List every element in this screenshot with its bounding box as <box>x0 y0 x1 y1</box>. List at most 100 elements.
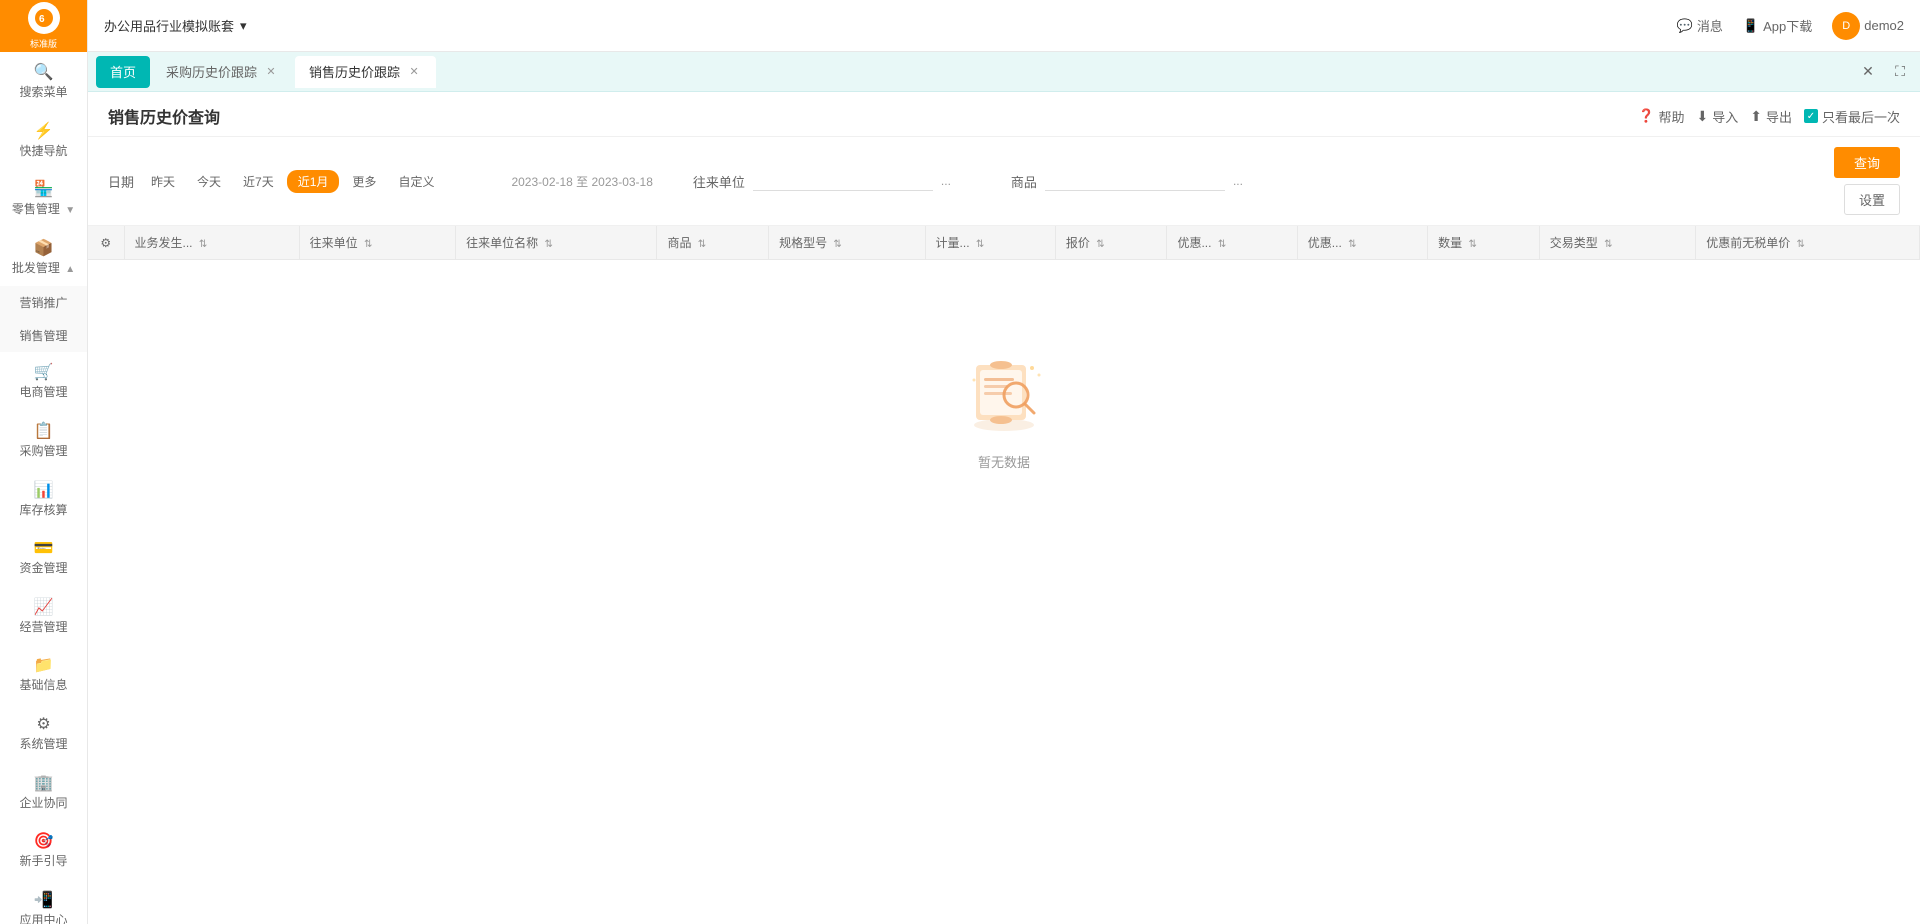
guide-icon: 🎯 <box>34 831 54 851</box>
sort-unit-name-icon: ⇅ <box>544 239 552 250</box>
topbar-chevron-icon[interactable]: ▾ <box>240 18 247 34</box>
quick-nav-icon: ⚡ <box>34 121 54 141</box>
column-biz-date-label: 业务发生... <box>135 236 193 250</box>
tab-home-label: 首页 <box>110 62 136 81</box>
message-button[interactable]: 💬 消息 <box>1677 16 1723 35</box>
sidebar-item-quick-nav[interactable]: ⚡ 快捷导航 <box>0 111 88 170</box>
sidebar-item-marketing-label: 营销推广 <box>19 294 67 311</box>
sidebar: 6 标准版 🔍 搜索菜单 ⚡ 快捷导航 🏪 零售管理 ▼ 📦 批发管理 ▲ 营销… <box>0 0 88 924</box>
main-area: 办公用品行业模拟账套 ▾ 💬 消息 📱 App下载 D demo2 首页 采购历… <box>88 0 1920 924</box>
product-ellipsis[interactable]: ... <box>1233 174 1243 188</box>
product-filter: 商品 ... <box>1011 171 1243 191</box>
query-button[interactable]: 查询 <box>1834 147 1900 178</box>
tab-sales-history[interactable]: 销售历史价跟踪 ✕ <box>295 56 436 88</box>
date-btn-last7[interactable]: 近7天 <box>234 170 283 193</box>
app-download-button[interactable]: 📱 App下载 <box>1743 16 1812 35</box>
sidebar-item-purchase[interactable]: 📋 采购管理 <box>0 411 88 470</box>
content-area: 销售历史价查询 ❓ 帮助 ⬇ 导入 ⬆ 导出 ✓ 只 <box>88 92 1920 924</box>
sort-product-icon: ⇅ <box>698 239 706 250</box>
help-button[interactable]: ❓ 帮助 <box>1638 107 1684 126</box>
sidebar-item-guide-label: 新手引导 <box>19 854 67 870</box>
source-unit-input[interactable] <box>753 171 933 191</box>
purchase-icon: 📋 <box>34 421 54 441</box>
user-profile[interactable]: D demo2 <box>1832 12 1904 40</box>
sidebar-item-purchase-label: 采购管理 <box>19 444 67 460</box>
export-button[interactable]: ⬆ 导出 <box>1750 107 1792 126</box>
date-btn-today[interactable]: 今天 <box>188 170 230 193</box>
sidebar-item-ecommerce[interactable]: 🛒 电商管理 <box>0 352 88 411</box>
source-unit-ellipsis[interactable]: ... <box>941 174 951 188</box>
sort-discount1-icon: ⇅ <box>1218 239 1226 250</box>
column-biz-date[interactable]: 业务发生... ⇅ <box>124 226 299 260</box>
column-unit-name[interactable]: 往来单位名称 ⇅ <box>456 226 657 260</box>
column-unit-label: 计量... <box>936 236 970 250</box>
sidebar-item-system[interactable]: ⚙ 系统管理 <box>0 704 88 763</box>
gear-icon: ⚙ <box>100 236 111 250</box>
column-discount2[interactable]: 优惠... ⇅ <box>1297 226 1427 260</box>
date-filter-group: 日期 昨天 今天 近7天 近1月 更多 自定义 <box>108 170 443 193</box>
checkmark-icon: ✓ <box>1807 111 1815 122</box>
settings-button[interactable]: 设置 <box>1844 184 1900 215</box>
date-btn-yesterday[interactable]: 昨天 <box>142 170 184 193</box>
sidebar-item-appstore-label: 应用中心 <box>19 913 67 924</box>
tab-purchase-history[interactable]: 采购历史价跟踪 ✕ <box>152 56 293 88</box>
fullscreen-button[interactable]: ⛶ <box>1888 60 1912 84</box>
svg-text:6: 6 <box>39 14 45 25</box>
sort-biz-date-icon: ⇅ <box>199 239 207 250</box>
message-label: 消息 <box>1697 16 1723 35</box>
sidebar-item-ecommerce-label: 电商管理 <box>19 385 67 401</box>
date-btn-custom[interactable]: 自定义 <box>389 170 443 193</box>
column-product[interactable]: 商品 ⇅ <box>657 226 769 260</box>
system-icon: ⚙ <box>36 714 50 734</box>
tab-purchase-history-close[interactable]: ✕ <box>263 64 279 80</box>
avatar: D <box>1832 12 1860 40</box>
sidebar-item-inventory-label: 库存核算 <box>19 503 67 519</box>
product-input[interactable] <box>1045 171 1225 191</box>
tab-sales-history-close[interactable]: ✕ <box>406 64 422 80</box>
sidebar-item-sales[interactable]: 销售管理 <box>0 319 88 352</box>
sort-qty-icon: ⇅ <box>1468 239 1476 250</box>
sidebar-item-marketing[interactable]: 营销推广 <box>0 286 88 319</box>
sidebar-item-operation[interactable]: 📈 经营管理 <box>0 587 88 646</box>
sidebar-item-basic[interactable]: 📁 基础信息 <box>0 645 88 704</box>
last-only-checkbox[interactable]: ✓ 只看最后一次 <box>1804 107 1900 126</box>
help-label: 帮助 <box>1658 107 1684 126</box>
column-unit-code[interactable]: 往来单位 ⇅ <box>299 226 455 260</box>
column-qty[interactable]: 数量 ⇅ <box>1428 226 1540 260</box>
source-unit-label: 往来单位 <box>693 172 745 191</box>
sidebar-item-enterprise[interactable]: 🏢 企业协同 <box>0 763 88 822</box>
date-btn-more[interactable]: 更多 <box>343 170 385 193</box>
message-icon: 💬 <box>1677 18 1693 34</box>
sidebar-item-sales-label: 销售管理 <box>19 327 67 344</box>
filter-bar: 日期 昨天 今天 近7天 近1月 更多 自定义 2023-02-18 至 202… <box>88 137 1920 226</box>
sidebar-item-appstore[interactable]: 📲 应用中心 <box>0 880 88 924</box>
basic-icon: 📁 <box>34 655 54 675</box>
last-only-label: 只看最后一次 <box>1822 107 1900 126</box>
tab-sales-history-label: 销售历史价跟踪 <box>309 62 400 81</box>
tab-home[interactable]: 首页 <box>96 56 150 88</box>
sidebar-item-wholesale[interactable]: 📦 批发管理 ▲ <box>0 228 88 287</box>
sort-trade-type-icon: ⇅ <box>1604 239 1612 250</box>
import-label: 导入 <box>1712 107 1738 126</box>
export-label: 导出 <box>1766 107 1792 126</box>
column-unit[interactable]: 计量... ⇅ <box>925 226 1055 260</box>
date-btn-last1m[interactable]: 近1月 <box>287 170 340 193</box>
column-no-tax-price[interactable]: 优惠前无税单价 ⇅ <box>1696 226 1920 260</box>
column-gear[interactable]: ⚙ <box>88 226 124 260</box>
import-button[interactable]: ⬇ 导入 <box>1696 107 1738 126</box>
empty-icon <box>954 340 1054 440</box>
sidebar-item-guide[interactable]: 🎯 新手引导 <box>0 821 88 880</box>
column-quote[interactable]: 报价 ⇅ <box>1055 226 1167 260</box>
column-trade-type[interactable]: 交易类型 ⇅ <box>1539 226 1695 260</box>
sidebar-item-search[interactable]: 🔍 搜索菜单 <box>0 52 88 111</box>
column-discount1[interactable]: 优惠... ⇅ <box>1167 226 1297 260</box>
enterprise-icon: 🏢 <box>34 773 54 793</box>
sidebar-item-retail[interactable]: 🏪 零售管理 ▼ <box>0 169 88 228</box>
sidebar-item-finance[interactable]: 💳 资金管理 <box>0 528 88 587</box>
sort-quote-icon: ⇅ <box>1096 239 1104 250</box>
close-all-tabs-button[interactable]: ✕ <box>1856 60 1880 84</box>
sidebar-item-inventory[interactable]: 📊 库存核算 <box>0 470 88 529</box>
import-icon: ⬇ <box>1696 108 1708 125</box>
column-spec[interactable]: 规格型号 ⇅ <box>769 226 925 260</box>
finance-icon: 💳 <box>34 538 54 558</box>
